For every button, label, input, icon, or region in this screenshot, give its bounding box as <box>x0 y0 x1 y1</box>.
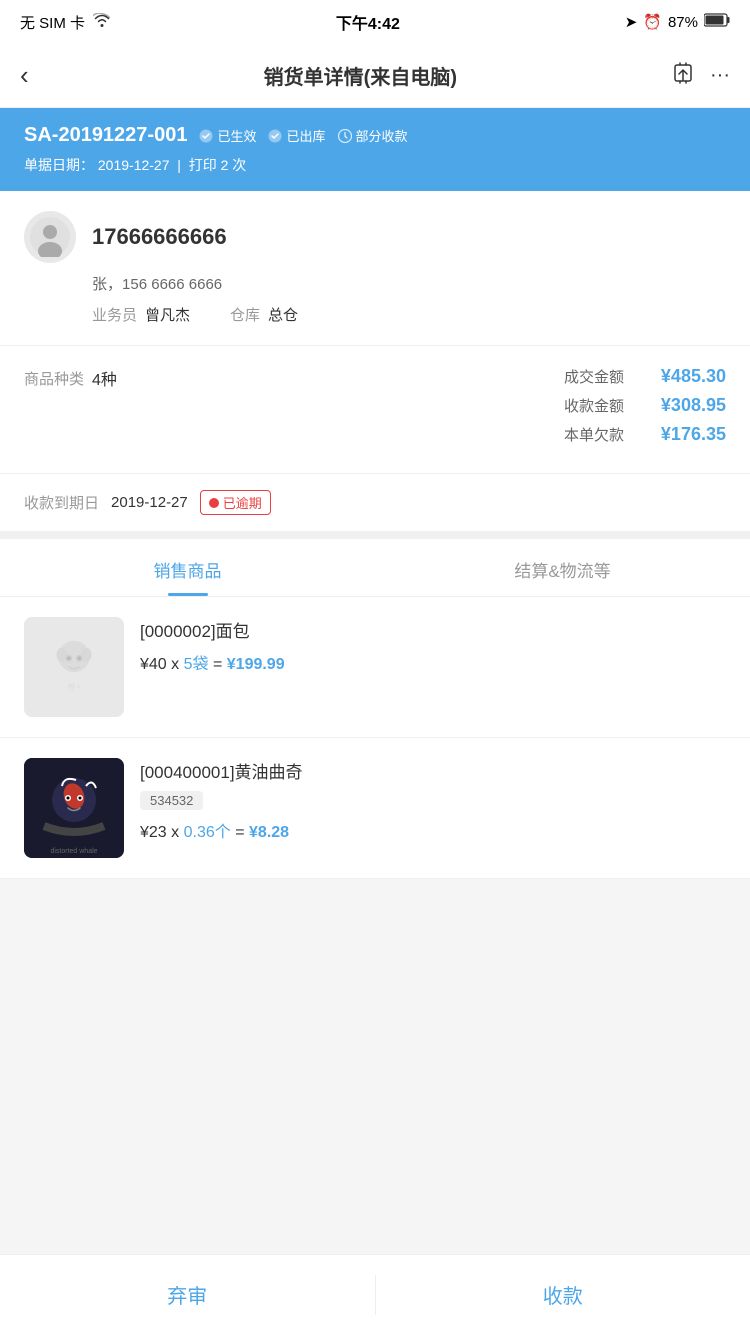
share-button[interactable] <box>672 62 694 90</box>
bottom-bar: 弃审 收款 <box>0 1254 750 1334</box>
product-price-cookie: ¥23 x 0.36个 = ¥8.28 <box>140 818 726 842</box>
product-sku-cookie: 534532 <box>140 791 203 810</box>
product-total-bread: ¥199.99 <box>227 656 285 673</box>
page-title: 销货单详情(来自电脑) <box>49 61 672 90</box>
customer-meta: 业务员 曾凡杰 仓库 总仓 <box>24 304 726 325</box>
tab-bar: 销售商品 结算&物流等 <box>0 539 750 597</box>
due-date-label: 收款到期日 <box>24 492 99 513</box>
product-price-bread: ¥40 x 5袋 = ¥199.99 <box>140 650 726 674</box>
product-name-cookie: [000400001]黄油曲奇 <box>140 758 726 783</box>
overdue-badge: 已逾期 <box>200 490 271 515</box>
status-left: 无 SIM 卡 <box>20 12 111 33</box>
order-id: SA-20191227-001 <box>24 124 187 147</box>
customer-phone: 17666666666 <box>92 224 227 250</box>
salesperson-label: 业务员 <box>92 304 137 325</box>
summary-section: 商品种类 4种 成交金额 ¥485.30 收款金额 ¥308.95 本单欠款 ¥… <box>0 346 750 474</box>
debt-label: 本单欠款 <box>564 424 624 445</box>
carrier-label: 无 SIM 卡 <box>20 12 85 33</box>
product-list: 兽+ [0000002]面包 ¥40 x 5袋 = ¥199.99 <box>0 597 750 879</box>
back-button[interactable]: ‹ <box>20 60 29 91</box>
transaction-amount: ¥485.30 <box>636 366 726 387</box>
badge-shipped: 已出库 <box>268 126 325 145</box>
status-right: ➤ ⏰ 87% <box>625 13 730 31</box>
due-section: 收款到期日 2019-12-27 已逾期 <box>0 474 750 539</box>
warehouse-label: 仓库 <box>230 304 260 325</box>
summary-right: 成交金额 ¥485.30 收款金额 ¥308.95 本单欠款 ¥176.35 <box>375 366 726 453</box>
summary-left: 商品种类 4种 <box>24 366 375 390</box>
product-image-cookie: distorted whale <box>24 758 124 858</box>
warehouse-value: 总仓 <box>268 304 298 325</box>
customer-info: 张，156 6666 6666 <box>24 273 726 294</box>
alarm-icon: ⏰ <box>643 13 662 31</box>
svg-text:distorted whale: distorted whale <box>50 848 97 855</box>
product-info-cookie: [000400001]黄油曲奇 534532 ¥23 x 0.36个 = ¥8.… <box>140 758 726 842</box>
product-image-bread: 兽+ <box>24 617 124 717</box>
debt-amount: ¥176.35 <box>636 424 726 445</box>
nav-actions: ··· <box>672 62 730 90</box>
more-button[interactable]: ··· <box>710 64 730 87</box>
nav-bar: ‹ 销货单详情(来自电脑) ··· <box>0 44 750 108</box>
wifi-icon <box>93 13 111 31</box>
customer-section: 17666666666 张，156 6666 6666 业务员 曾凡杰 仓库 总… <box>0 191 750 346</box>
cancel-review-button[interactable]: 弃审 <box>0 1255 375 1334</box>
order-banner: SA-20191227-001 已生效 已出库 部分收款 单据日期： 2019-… <box>0 108 750 191</box>
battery-label: 87% <box>668 14 698 31</box>
product-item: 兽+ [0000002]面包 ¥40 x 5袋 = ¥199.99 <box>0 597 750 738</box>
battery-icon <box>704 13 730 31</box>
status-bar: 无 SIM 卡 下午4:42 ➤ ⏰ 87% <box>0 0 750 44</box>
received-amount: ¥308.95 <box>636 395 726 416</box>
received-label: 收款金额 <box>564 395 624 416</box>
transaction-label: 成交金额 <box>564 366 624 387</box>
tab-settlement[interactable]: 结算&物流等 <box>375 539 750 596</box>
product-qty-bread: 5袋 <box>184 656 209 673</box>
product-info-bread: [0000002]面包 ¥40 x 5袋 = ¥199.99 <box>140 617 726 674</box>
order-date: 单据日期： 2019-12-27 | 打印 2 次 <box>24 155 726 175</box>
received-amount-row: 收款金额 ¥308.95 <box>375 395 726 416</box>
salesperson-item: 业务员 曾凡杰 <box>92 304 190 325</box>
product-name-bread: [0000002]面包 <box>140 617 726 642</box>
order-banner-top: SA-20191227-001 已生效 已出库 部分收款 <box>24 124 726 147</box>
warehouse-item: 仓库 总仓 <box>230 304 298 325</box>
svg-text:兽+: 兽+ <box>67 681 81 692</box>
product-type-label: 商品种类 <box>24 368 84 389</box>
product-qty-cookie: 0.36个 <box>184 824 231 841</box>
overdue-dot-icon <box>209 498 219 508</box>
location-icon: ➤ <box>625 13 638 31</box>
due-date-value: 2019-12-27 <box>111 494 188 511</box>
salesperson-value: 曾凡杰 <box>145 304 190 325</box>
product-item-cookie: distorted whale [000400001]黄油曲奇 534532 ¥… <box>0 738 750 879</box>
product-total-cookie: ¥8.28 <box>249 824 289 841</box>
badge-effective: 已生效 <box>199 126 256 145</box>
transaction-amount-row: 成交金额 ¥485.30 <box>375 366 726 387</box>
badge-partial: 部分收款 <box>338 126 408 145</box>
debt-amount-row: 本单欠款 ¥176.35 <box>375 424 726 445</box>
product-type-row: 商品种类 4种 <box>24 366 375 390</box>
customer-avatar <box>24 211 76 263</box>
product-type-count: 4种 <box>92 366 117 390</box>
customer-row: 17666666666 <box>24 211 726 263</box>
tab-products[interactable]: 销售商品 <box>0 539 375 596</box>
status-time: 下午4:42 <box>336 10 400 34</box>
collect-payment-button[interactable]: 收款 <box>376 1255 750 1334</box>
